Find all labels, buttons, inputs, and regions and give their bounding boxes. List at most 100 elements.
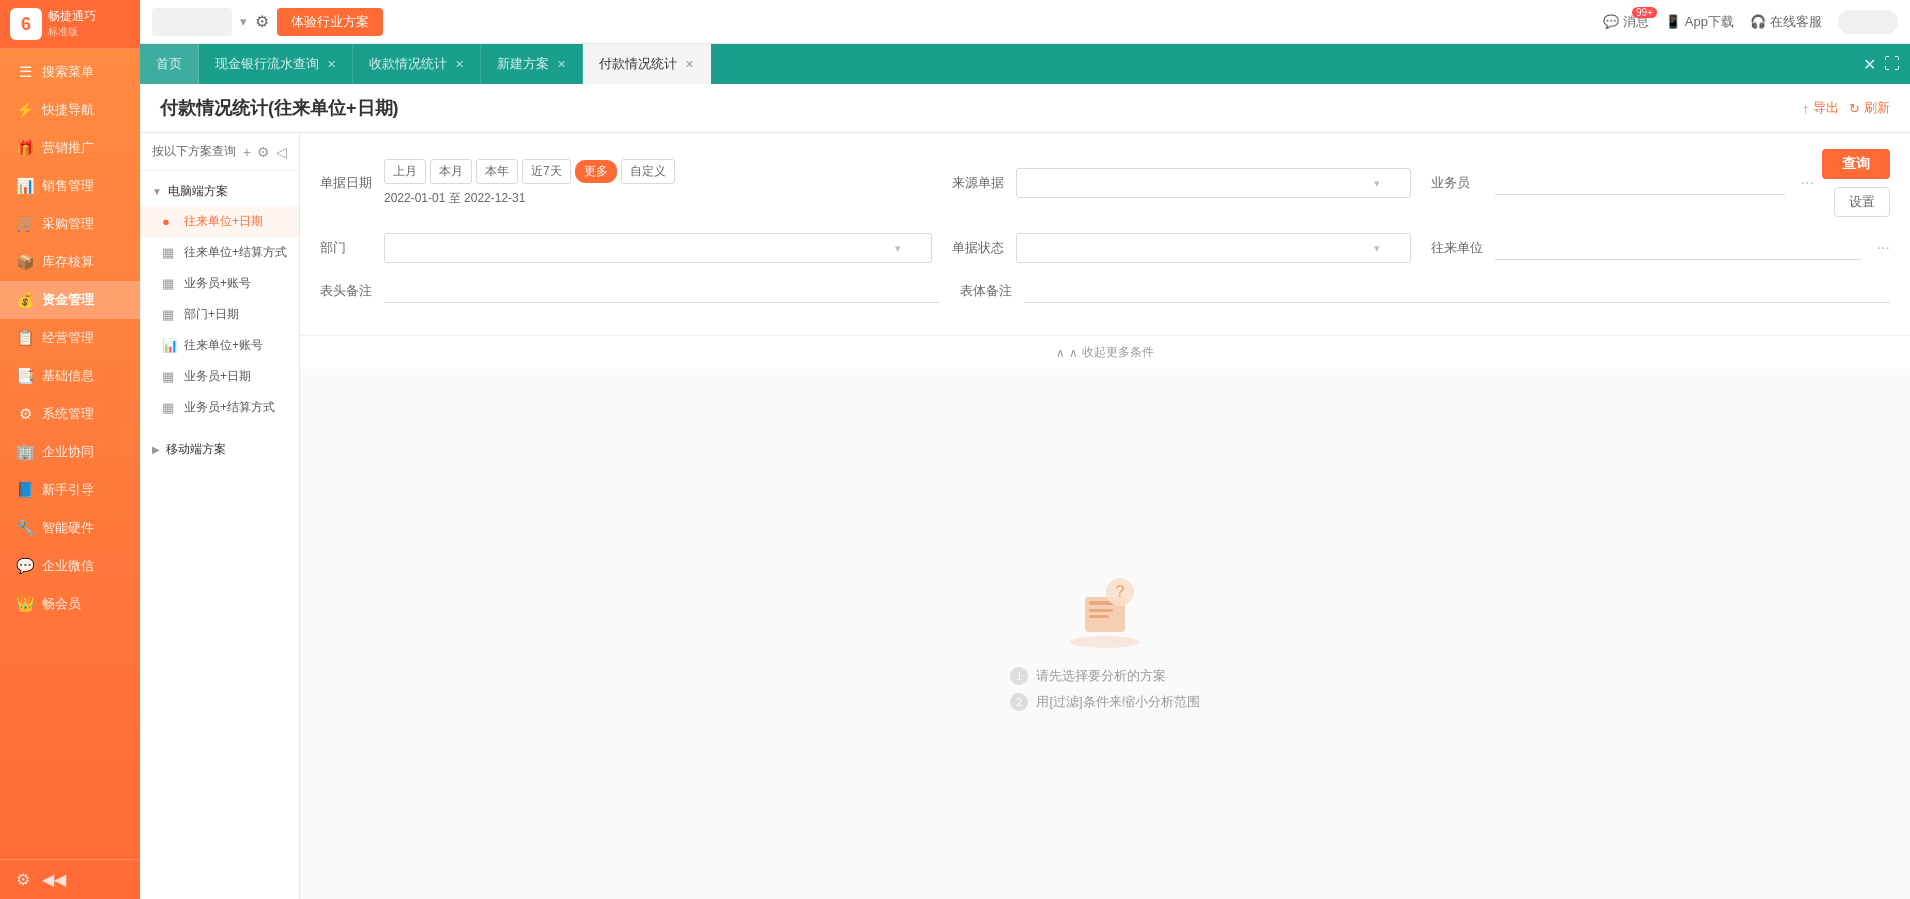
tab-close-all-icon[interactable]: ✕ — [1863, 55, 1876, 74]
search-menu-icon: ☰ — [16, 63, 34, 81]
tab-cash-flow[interactable]: 现金银行流水查询 ✕ — [199, 44, 353, 84]
tab-home[interactable]: 首页 — [140, 44, 199, 84]
filter-source-bill: 来源单据 ▾ — [952, 168, 1411, 198]
user-avatar[interactable] — [1838, 10, 1898, 34]
query-area: 查询 设置 — [1822, 149, 1890, 217]
bill-status-select[interactable]: ▾ — [1016, 233, 1411, 263]
scheme-item-dept-date[interactable]: ▦ 部门+日期 — [140, 299, 299, 330]
inventory-icon: 📦 — [16, 253, 34, 271]
filter-bill-date: 单据日期 上月 本月 本年 近7天 更多 自定义 — [320, 159, 932, 207]
setting-btn[interactable]: 设置 — [1834, 187, 1890, 217]
finance-icon: 💰 — [16, 291, 34, 309]
scheme-settings-icon[interactable]: ⚙ — [257, 144, 270, 160]
date-btn-more[interactable]: 更多 — [575, 160, 617, 183]
service-icon: 🎧 — [1750, 14, 1766, 29]
scheme-header-label: 按以下方案查询 — [152, 143, 236, 160]
refresh-label: 刷新 — [1864, 99, 1890, 117]
collapse-bar[interactable]: ∧ ∧ 收起更多条件 — [300, 335, 1910, 369]
sidebar-item-purchase[interactable]: 🛒 采购管理 — [0, 205, 140, 243]
sidebar-item-sys-mgmt[interactable]: ⚙ 系统管理 — [0, 395, 140, 433]
main-area: ▾ ⚙ 体验行业方案 💬 消息 99+ 📱 App下载 🎧 在线客服 首页 — [140, 0, 1910, 899]
sidebar-item-search-menu[interactable]: ☰ 搜索菜单 — [0, 53, 140, 91]
sidebar-item-label: 基础信息 — [42, 367, 94, 385]
topbar-gear-icon[interactable]: ⚙ — [255, 12, 269, 31]
topbar: ▾ ⚙ 体验行业方案 💬 消息 99+ 📱 App下载 🎧 在线客服 — [140, 0, 1910, 44]
date-btn-this-month[interactable]: 本月 — [430, 159, 472, 184]
scheme-item-unit-account-icon: 📊 — [162, 338, 178, 353]
sidebar-item-wechat[interactable]: 💬 企业微信 — [0, 547, 140, 585]
sidebar-item-beginner[interactable]: 📘 新手引导 — [0, 471, 140, 509]
dept-label: 部门 — [320, 239, 376, 257]
empty-illustration: ? — [1055, 557, 1155, 657]
sidebar-item-member[interactable]: 👑 畅会员 — [0, 585, 140, 623]
scheme-item-unit-account[interactable]: 📊 往来单位+账号 — [140, 330, 299, 361]
sidebar-item-smart-hw[interactable]: 🔧 智能硬件 — [0, 509, 140, 547]
message-btn[interactable]: 💬 消息 99+ — [1603, 13, 1649, 31]
trial-btn[interactable]: 体验行业方案 — [277, 8, 383, 36]
date-btn-custom[interactable]: 自定义 — [621, 159, 675, 184]
unit-input[interactable] — [1495, 236, 1861, 260]
query-btn[interactable]: 查询 — [1822, 149, 1890, 179]
collapse-label: 收起更多条件 — [1082, 344, 1154, 361]
header-note-input[interactable] — [384, 279, 940, 303]
app-download-btn[interactable]: 📱 App下载 — [1665, 13, 1734, 31]
tab-cash-flow-close[interactable]: ✕ — [327, 58, 336, 71]
export-btn[interactable]: ↑ 导出 — [1803, 99, 1840, 117]
date-btn-last-7[interactable]: 近7天 — [522, 159, 571, 184]
tab-payment-stat-close[interactable]: ✕ — [685, 58, 694, 71]
dept-select[interactable]: ▾ — [384, 233, 932, 263]
online-service-btn[interactable]: 🎧 在线客服 — [1750, 13, 1822, 31]
sidebar-item-marketing[interactable]: 🎁 营销推广 — [0, 129, 140, 167]
sidebar-item-sales[interactable]: 📊 销售管理 — [0, 167, 140, 205]
sidebar-item-enterprise[interactable]: 🏢 企业协同 — [0, 433, 140, 471]
scheme-group-desktop-header[interactable]: ▼ 电脑端方案 — [140, 177, 299, 206]
scheme-item-unit-settle[interactable]: ▦ 往来单位+结算方式 — [140, 237, 299, 268]
sidebar-settings-icon[interactable]: ⚙ — [16, 870, 30, 889]
scheme-item-dept-date-icon: ▦ — [162, 307, 178, 322]
scheme-item-unit-date[interactable]: ● 往来单位+日期 — [140, 206, 299, 237]
scheme-item-staff-account[interactable]: ▦ 业务员+账号 — [140, 268, 299, 299]
sidebar-item-quick-nav[interactable]: ⚡ 快捷导航 — [0, 91, 140, 129]
unit-label: 往来单位 — [1431, 239, 1487, 257]
body-note-input[interactable] — [1024, 279, 1890, 303]
sidebar-item-inventory[interactable]: 📦 库存核算 — [0, 243, 140, 281]
scheme-item-staff-date[interactable]: ▦ 业务员+日期 — [140, 361, 299, 392]
tab-receivable[interactable]: 收款情况统计 ✕ — [353, 44, 481, 84]
scheme-item-staff-settle[interactable]: ▦ 业务员+结算方式 — [140, 392, 299, 423]
sidebar-item-operation[interactable]: 📋 经营管理 — [0, 319, 140, 357]
tab-expand-icon[interactable]: ⛶ — [1884, 55, 1900, 73]
sidebar-item-label: 资金管理 — [42, 291, 94, 309]
source-bill-select[interactable]: ▾ — [1016, 168, 1411, 198]
topbar-right: 💬 消息 99+ 📱 App下载 🎧 在线客服 — [1603, 10, 1898, 34]
sidebar-item-label: 库存核算 — [42, 253, 94, 271]
staff-label: 业务员 — [1431, 174, 1487, 192]
tab-receivable-close[interactable]: ✕ — [455, 58, 464, 71]
tip-num-1: 1 — [1010, 667, 1028, 685]
scheme-collapse-icon[interactable]: ◁ — [276, 144, 287, 160]
unit-ellipsis[interactable]: ··· — [1877, 239, 1890, 257]
tab-new-scheme-close[interactable]: ✕ — [557, 58, 566, 71]
company-dropdown-arrow[interactable]: ▾ — [240, 14, 247, 29]
sidebar-item-basic-info[interactable]: 📑 基础信息 — [0, 357, 140, 395]
enterprise-icon: 🏢 — [16, 443, 34, 461]
date-btn-this-year[interactable]: 本年 — [476, 159, 518, 184]
refresh-btn[interactable]: ↻ 刷新 — [1849, 99, 1890, 117]
sidebar-collapse-icon[interactable]: ◀◀ — [42, 870, 66, 889]
scheme-add-icon[interactable]: + — [243, 144, 251, 160]
tab-payment-stat[interactable]: 付款情况统计 ✕ — [583, 44, 711, 84]
tab-home-label: 首页 — [156, 55, 182, 73]
sidebar-item-label: 快捷导航 — [42, 101, 94, 119]
sys-mgmt-icon: ⚙ — [16, 405, 34, 423]
export-icon: ↑ — [1803, 101, 1810, 116]
scheme-group-mobile-header[interactable]: ▶ 移动端方案 — [140, 435, 299, 464]
empty-tip-1: 1 请先选择要分析的方案 — [1010, 667, 1199, 685]
tab-new-scheme[interactable]: 新建方案 ✕ — [481, 44, 583, 84]
staff-ellipsis[interactable]: ··· — [1801, 174, 1814, 192]
date-btn-last-month[interactable]: 上月 — [384, 159, 426, 184]
staff-input[interactable] — [1495, 171, 1785, 195]
scheme-item-label: 业务员+日期 — [184, 368, 251, 385]
dept-arrow: ▾ — [895, 242, 901, 255]
sidebar-item-finance[interactable]: 💰 资金管理 — [0, 281, 140, 319]
company-selector[interactable] — [152, 8, 232, 36]
beginner-icon: 📘 — [16, 481, 34, 499]
